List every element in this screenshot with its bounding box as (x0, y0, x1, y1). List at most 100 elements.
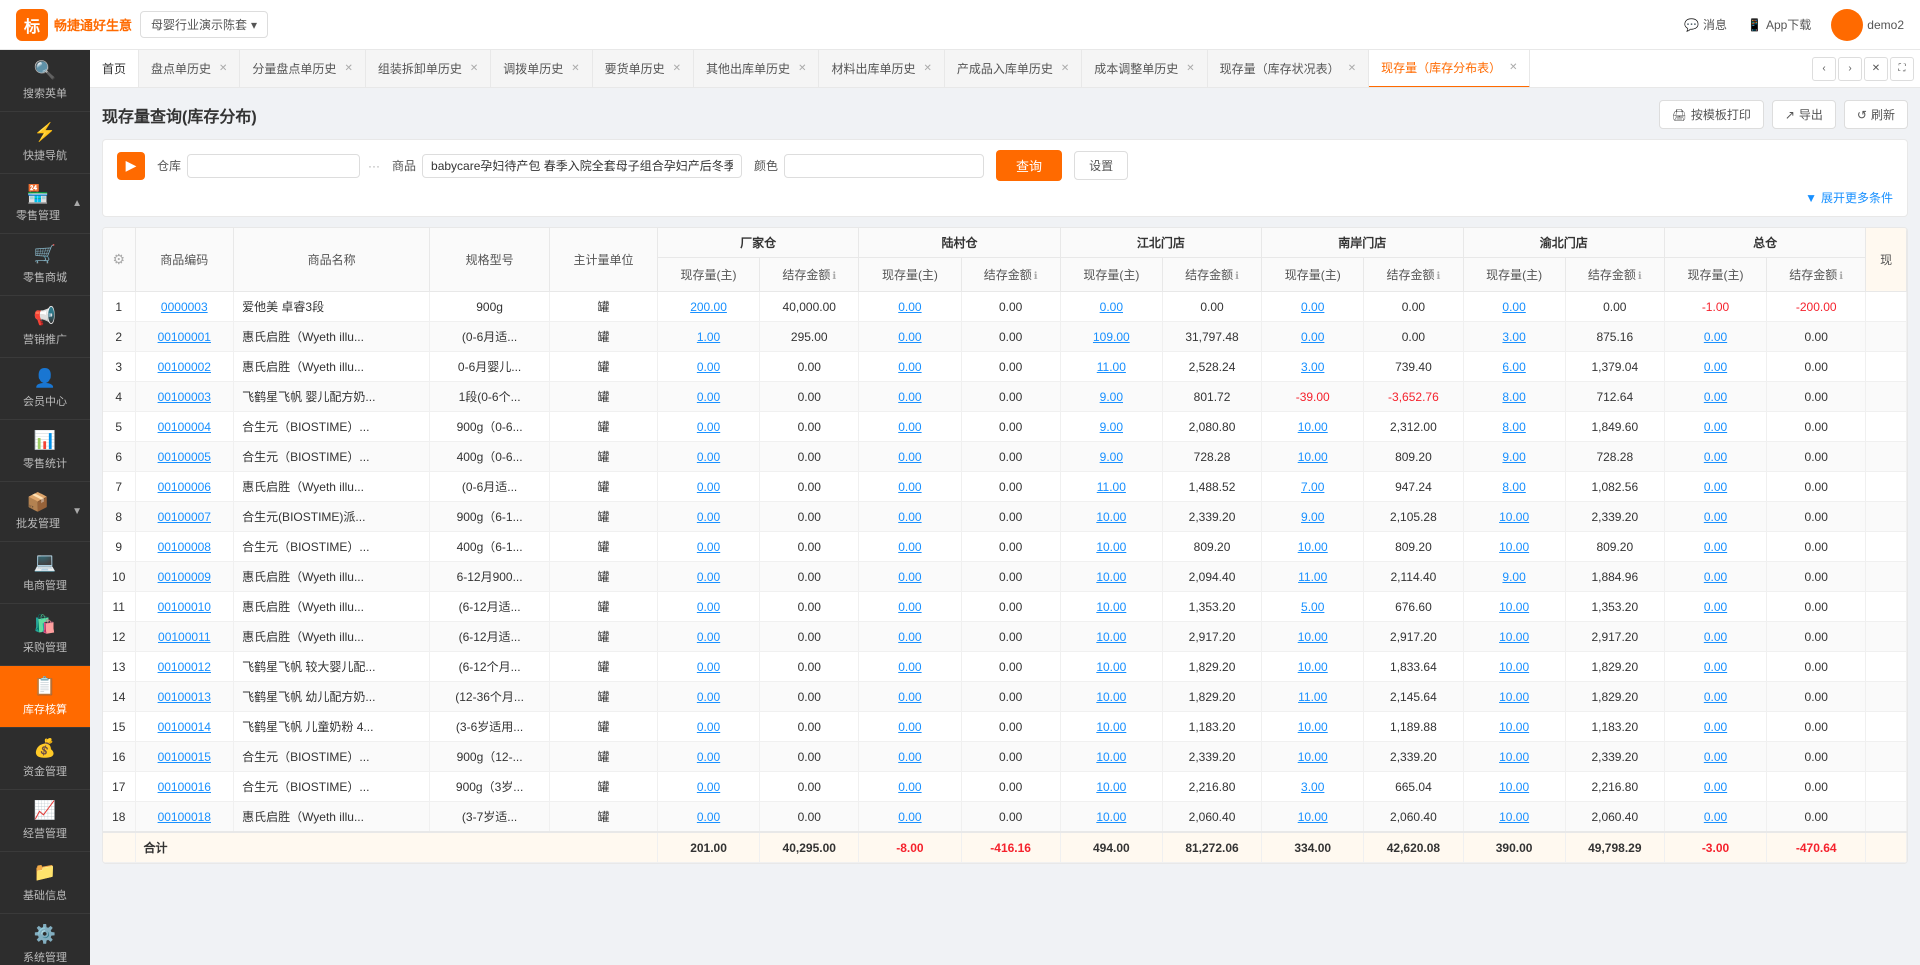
tab-transfer[interactable]: 调拨单历史 ✕ (491, 50, 592, 88)
row-lucun-amt: 0.00 (961, 622, 1060, 652)
info-icon[interactable]: ℹ (1235, 271, 1239, 282)
row-nanan-qty: 11.00 (1262, 562, 1364, 592)
info-icon[interactable]: ℹ (1437, 271, 1441, 282)
close-icon[interactable]: ✕ (1509, 62, 1517, 73)
warehouse-label: 仓库 (157, 157, 181, 174)
tab-assembly[interactable]: 组装拆卸单历史 ✕ (366, 50, 491, 88)
close-icon[interactable]: ✕ (923, 63, 931, 74)
setting-button[interactable]: 设置 (1074, 151, 1128, 180)
expand-conditions-btn[interactable]: ▼ 展开更多条件 (1805, 189, 1893, 206)
search-button[interactable]: 查询 (996, 150, 1062, 181)
close-icon[interactable]: ✕ (344, 63, 352, 74)
row-lucun-amt: 0.00 (961, 352, 1060, 382)
tab-inventory-split[interactable]: 分量盘点单历史 ✕ (240, 50, 365, 88)
sidebar-item-wholesale[interactable]: 📦 批发管理 ▼ (0, 482, 90, 542)
message-action[interactable]: 💬 消息 (1684, 16, 1727, 33)
industry-selector[interactable]: 母婴行业演示陈套 ▾ (140, 11, 268, 38)
tab-stock-status[interactable]: 现存量（库存状况表） ✕ (1208, 50, 1369, 88)
close-icon[interactable]: ✕ (673, 63, 681, 74)
table-row: 17 00100016 合生元（BIOSTIME）... 900g（3岁... … (103, 772, 1907, 802)
export-button[interactable]: ↗ 导出 (1772, 100, 1836, 129)
close-icon[interactable]: ✕ (219, 63, 227, 74)
sidebar-item-ops[interactable]: 📈 经营管理 (0, 790, 90, 852)
sidebar-item-retail-store[interactable]: 🛒 零售商城 (0, 234, 90, 296)
sidebar-item-system[interactable]: ⚙️ 系统管理 (0, 914, 90, 965)
sidebar-item-search[interactable]: 🔍 搜索英单 (0, 50, 90, 112)
row-jiangbei-qty: 10.00 (1060, 742, 1162, 772)
sidebar-item-marketing[interactable]: 📢 营销推广 (0, 296, 90, 358)
user-area[interactable]: demo2 (1831, 9, 1904, 41)
row-total-amt: 0.00 (1767, 352, 1866, 382)
tab-material-outbound[interactable]: 材料出库单历史 ✕ (819, 50, 944, 88)
sidebar-item-member[interactable]: 👤 会员中心 (0, 358, 90, 420)
sidebar-item-retail-mgmt[interactable]: 🏪 零售管理 ▲ (0, 174, 90, 234)
close-icon[interactable]: ✕ (1186, 63, 1194, 74)
row-lucun-amt: 0.00 (961, 592, 1060, 622)
page-actions: 🖨 按模板打印 ↗ 导出 ↺ 刷新 (1659, 100, 1908, 129)
nav-fullscreen-btn[interactable]: ⛶ (1890, 57, 1914, 81)
sidebar-item-ecommerce[interactable]: 💻 电商管理 (0, 542, 90, 604)
filter-expand-btn[interactable]: ▶ (117, 152, 145, 180)
row-nanan-amt: 0.00 (1364, 322, 1463, 352)
info-icon[interactable]: ℹ (1034, 271, 1038, 282)
tab-inventory-detail[interactable]: 盘点单历史 ✕ (139, 50, 240, 88)
row-yubei-amt: 1,082.56 (1565, 472, 1664, 502)
row-yubei-qty: 0.00 (1463, 292, 1565, 322)
row-jiangbei-qty: 109.00 (1060, 322, 1162, 352)
tab-requisition[interactable]: 要货单历史 ✕ (593, 50, 694, 88)
tab-label: 成本调整单历史 (1094, 60, 1178, 77)
info-icon[interactable]: ℹ (832, 271, 836, 282)
total-factory-amt: 40,295.00 (760, 832, 859, 863)
row-nanan-amt: 676.60 (1364, 592, 1463, 622)
sidebar-item-basic-info[interactable]: 📁 基础信息 (0, 852, 90, 914)
close-icon[interactable]: ✕ (1061, 63, 1069, 74)
row-unit: 罐 (550, 382, 658, 412)
row-factory-amt: 0.00 (760, 742, 859, 772)
sidebar-item-quicknav[interactable]: ⚡ 快捷导航 (0, 112, 90, 174)
close-icon[interactable]: ✕ (798, 63, 806, 74)
row-spec: (6-12月适... (430, 622, 550, 652)
row-current (1866, 502, 1907, 532)
row-factory-qty: 0.00 (657, 412, 759, 442)
total-total-amt: -470.64 (1767, 832, 1866, 863)
row-name: 惠氏启胜（Wyeth illu... (234, 592, 430, 622)
row-no: 9 (103, 532, 135, 562)
sidebar-item-purchase[interactable]: 🛍️ 采购管理 (0, 604, 90, 666)
row-spec: 400g（6-1... (430, 532, 550, 562)
batch-print-button[interactable]: 🖨 按模板打印 (1659, 100, 1764, 129)
tab-finished-inbound[interactable]: 产成品入库单历史 ✕ (945, 50, 1082, 88)
nav-close-all-btn[interactable]: ✕ (1864, 57, 1888, 81)
tab-other-outbound[interactable]: 其他出库单历史 ✕ (694, 50, 819, 88)
sidebar-item-finance[interactable]: 💰 资金管理 (0, 728, 90, 790)
row-current (1866, 382, 1907, 412)
tab-home[interactable]: 首页 (90, 50, 139, 88)
page-header: 现存量查询(库存分布) 🖨 按模板打印 ↗ 导出 ↺ 刷新 (102, 100, 1908, 129)
refresh-button[interactable]: ↺ 刷新 (1844, 100, 1908, 129)
tab-label: 现存量（库存状况表） (1220, 60, 1340, 77)
tab-stock-dist[interactable]: 现存量（库存分布表） ✕ (1369, 50, 1530, 88)
goods-input[interactable] (422, 154, 742, 178)
gear-icon[interactable]: ⚙ (112, 251, 125, 267)
nav-prev-btn[interactable]: ‹ (1812, 57, 1836, 81)
tab-cost-adjust[interactable]: 成本调整单历史 ✕ (1082, 50, 1207, 88)
row-yubei-qty: 10.00 (1463, 652, 1565, 682)
info-icon[interactable]: ℹ (1839, 271, 1843, 282)
close-icon[interactable]: ✕ (470, 63, 478, 74)
basic-info-icon: 📁 (34, 862, 56, 883)
close-icon[interactable]: ✕ (1348, 63, 1356, 74)
color-input[interactable] (784, 154, 984, 178)
sidebar-item-label: 电商管理 (23, 577, 67, 593)
retail-stats-icon: 📊 (34, 430, 56, 451)
table-row: 7 00100006 惠氏启胜（Wyeth illu... (0-6月适... … (103, 472, 1907, 502)
sidebar-item-retail-stats[interactable]: 📊 零售统计 (0, 420, 90, 482)
warehouse-input[interactable] (187, 154, 360, 178)
close-icon[interactable]: ✕ (571, 63, 579, 74)
info-icon[interactable]: ℹ (1638, 271, 1642, 282)
row-yubei-qty: 8.00 (1463, 382, 1565, 412)
sidebar-item-inventory[interactable]: 📋 库存核算 (0, 666, 90, 728)
row-no: 13 (103, 652, 135, 682)
app-download-action[interactable]: 📱 App下载 (1747, 16, 1811, 33)
sidebar-item-label: 零售管理 (16, 207, 60, 223)
nav-next-btn[interactable]: › (1838, 57, 1862, 81)
batch-print-label: 按模板打印 (1691, 106, 1751, 123)
